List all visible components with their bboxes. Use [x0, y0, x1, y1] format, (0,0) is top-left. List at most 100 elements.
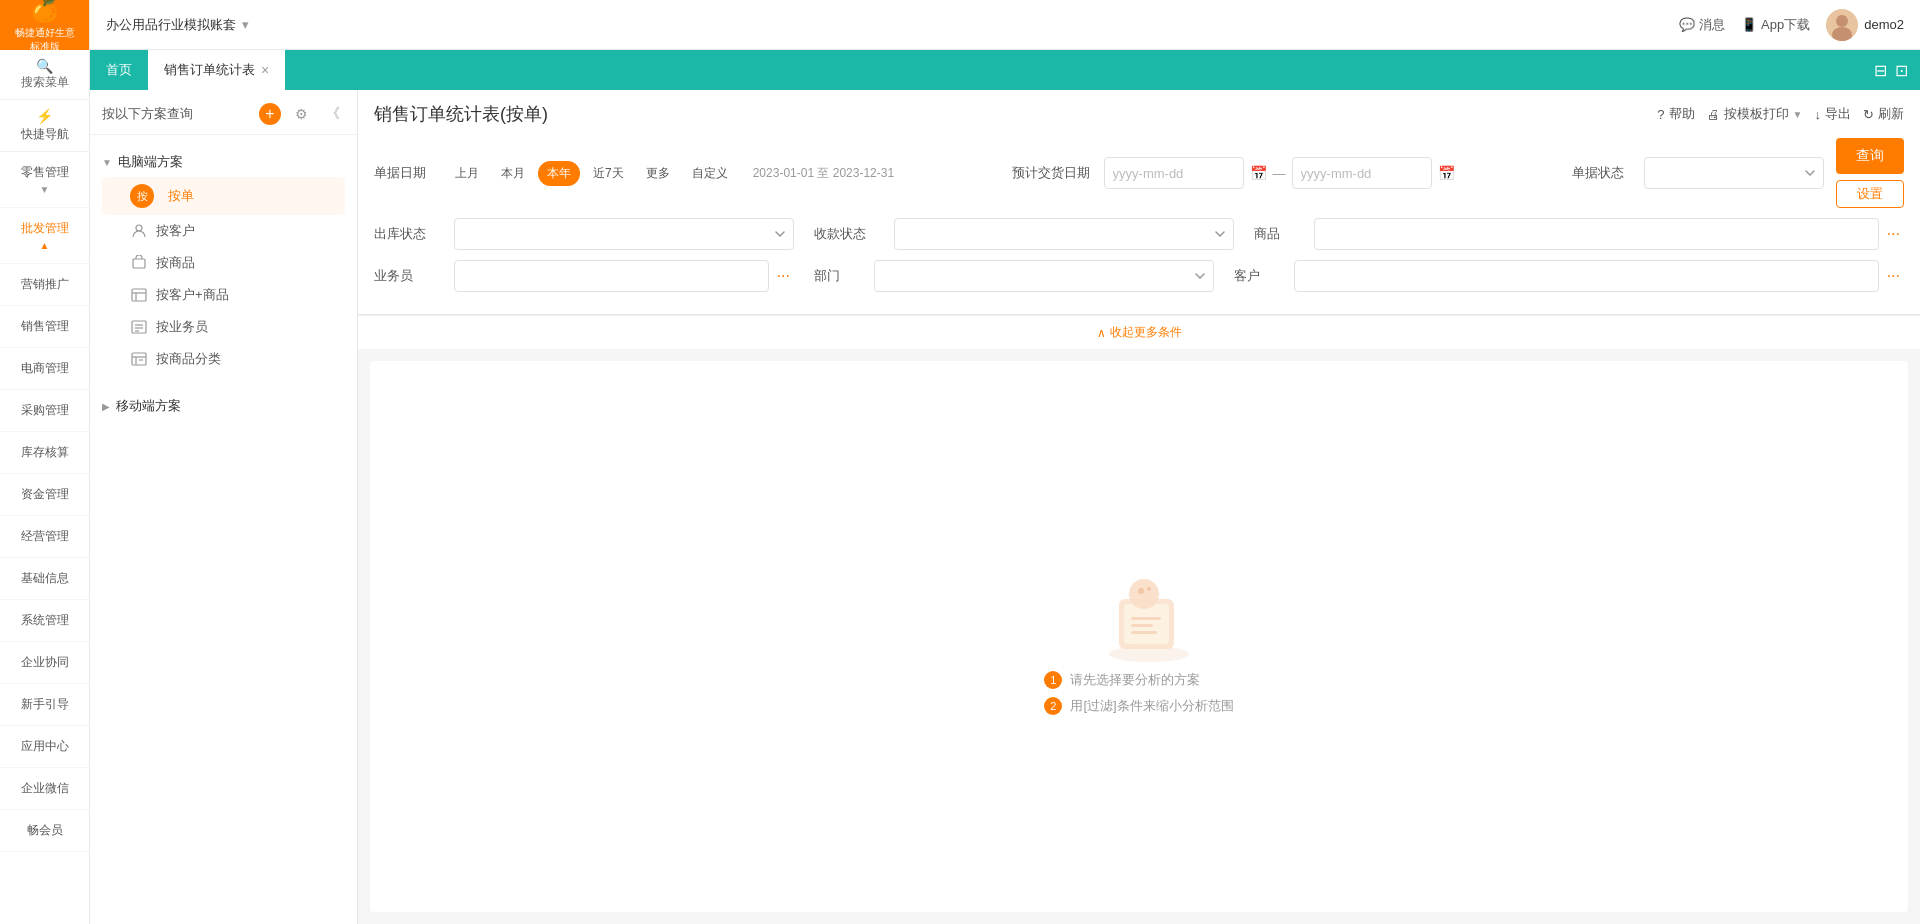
app-download-button[interactable]: 📱 App下载 — [1741, 16, 1810, 34]
newbie-label: 新手引导 — [21, 696, 69, 713]
sidebar-item-ecommerce[interactable]: 电商管理 — [0, 348, 89, 390]
customer-goods-scheme-icon — [130, 286, 148, 304]
sidebar-item-search[interactable]: 🔍 搜索菜单 — [0, 50, 89, 100]
this-year-btn[interactable]: 本年 — [538, 161, 580, 186]
last-month-btn[interactable]: 上月 — [446, 161, 488, 186]
scheme-settings-button[interactable]: ⚙ — [289, 102, 313, 126]
svg-point-21 — [1147, 587, 1151, 591]
help-label: 帮助 — [1669, 105, 1695, 123]
minimize-button[interactable]: ⊟ — [1874, 61, 1887, 80]
sales-label: 销售管理 — [21, 318, 69, 335]
scheme-item-customer[interactable]: 按客户 — [102, 215, 345, 247]
sidebar-item-sales[interactable]: 销售管理 — [0, 306, 89, 348]
pc-scheme-group-title[interactable]: ▼ 电脑端方案 — [102, 147, 345, 177]
mobile-scheme-group: ▶ 移动端方案 — [90, 387, 357, 425]
sidebar-item-newbie[interactable]: 新手引导 — [0, 684, 89, 726]
print-label: 按模板打印 — [1724, 105, 1789, 123]
date-separator: — — [1273, 166, 1286, 181]
mobile-expand-arrow-icon: ▶ — [102, 401, 110, 412]
left-panel-header: 按以下方案查询 + ⚙ 《 — [90, 102, 357, 135]
customer-filter-label: 客户 — [1234, 267, 1274, 285]
mobile-scheme-group-title[interactable]: ▶ 移动端方案 — [102, 391, 345, 421]
help-button[interactable]: ? 帮助 — [1657, 105, 1694, 123]
customer-input[interactable] — [1294, 260, 1879, 292]
wholesale-label: 批发管理 — [21, 220, 69, 237]
forecast-date-input: 📅 — 📅 — [1104, 157, 1455, 189]
svg-rect-23 — [1131, 624, 1153, 627]
salesperson-input[interactable] — [454, 260, 769, 292]
end-date-calendar-icon[interactable]: 📅 — [1438, 165, 1455, 181]
department-select[interactable] — [874, 260, 1214, 292]
date-quick-buttons: 上月 本月 本年 近7天 更多 自定义 — [446, 161, 737, 186]
salesperson-scheme-icon — [130, 318, 148, 336]
scheme-item-customer-goods[interactable]: 按客户+商品 — [102, 279, 345, 311]
warehouse-select[interactable] — [454, 218, 794, 250]
message-button[interactable]: 💬 消息 — [1679, 16, 1725, 34]
more-date-btn[interactable]: 更多 — [637, 161, 679, 186]
print-button[interactable]: 🖨 按模板打印 ▼ — [1707, 105, 1803, 123]
settings-button[interactable]: 设置 — [1836, 180, 1904, 208]
sidebar-item-appstore[interactable]: 应用中心 — [0, 726, 89, 768]
svg-rect-4 — [133, 259, 145, 268]
sidebar-item-enterprise[interactable]: 企业协同 — [0, 642, 89, 684]
finance-label: 资金管理 — [21, 486, 69, 503]
svg-point-20 — [1138, 588, 1144, 594]
sidebar: 🍊 畅捷通好生意 标准版 🔍 搜索菜单 ⚡ 快捷导航 零售管理 ▼ 批发管理 ▲… — [0, 0, 90, 924]
ecommerce-label: 电商管理 — [21, 360, 69, 377]
query-button[interactable]: 查询 — [1836, 138, 1904, 174]
add-scheme-button[interactable]: + — [259, 103, 281, 125]
date-range-display: 2023-01-01 至 2023-12-31 — [753, 165, 894, 182]
right-panel: 销售订单统计表(按单) ? 帮助 🖨 按模板打印 ▼ ↓ — [358, 90, 1920, 924]
scheme-item-category[interactable]: 按商品分类 — [102, 343, 345, 375]
collapse-filters-button[interactable]: ∧ 收起更多条件 — [358, 315, 1920, 349]
warehouse-filter-label: 出库状态 — [374, 225, 434, 243]
forecast-date-start[interactable] — [1104, 157, 1244, 189]
payment-select[interactable] — [894, 218, 1234, 250]
collapse-panel-button[interactable]: 《 — [321, 102, 345, 126]
user-menu[interactable]: demo2 — [1826, 9, 1904, 41]
sidebar-item-operations[interactable]: 经营管理 — [0, 516, 89, 558]
forecast-date-end[interactable] — [1292, 157, 1432, 189]
message-icon: 💬 — [1679, 17, 1695, 32]
sidebar-item-finance[interactable]: 资金管理 — [0, 474, 89, 516]
goods-more-button[interactable]: ··· — [1883, 225, 1904, 243]
start-date-calendar-icon[interactable]: 📅 — [1250, 165, 1267, 181]
sidebar-item-system[interactable]: 系统管理 — [0, 600, 89, 642]
this-month-btn[interactable]: 本月 — [492, 161, 534, 186]
sidebar-item-retail[interactable]: 零售管理 ▼ — [0, 152, 89, 208]
export-label: 导出 — [1825, 105, 1851, 123]
appstore-label: 应用中心 — [21, 738, 69, 755]
sidebar-item-purchase[interactable]: 采购管理 — [0, 390, 89, 432]
tab-sales-order[interactable]: 销售订单统计表 × — [148, 50, 285, 90]
sidebar-item-wechat[interactable]: 企业微信 — [0, 768, 89, 810]
maximize-button[interactable]: ⊡ — [1895, 61, 1908, 80]
last7days-btn[interactable]: 近7天 — [584, 161, 633, 186]
sidebar-item-basic[interactable]: 基础信息 — [0, 558, 89, 600]
tab-home[interactable]: 首页 — [90, 50, 148, 90]
customer-more-button[interactable]: ··· — [1883, 267, 1904, 285]
scheme-customer-label: 按客户 — [156, 222, 195, 240]
tab-close-button[interactable]: × — [261, 62, 269, 78]
sidebar-item-inventory[interactable]: 库存核算 — [0, 432, 89, 474]
scheme-goods-label: 按商品 — [156, 254, 195, 272]
mobile-scheme-label: 移动端方案 — [116, 397, 181, 415]
sidebar-item-member[interactable]: 畅会员 — [0, 810, 89, 852]
custom-date-btn[interactable]: 自定义 — [683, 161, 737, 186]
collapse-label: 收起更多条件 — [1110, 324, 1182, 341]
sidebar-logo: 🍊 畅捷通好生意 标准版 — [0, 0, 89, 50]
salesperson-more-button[interactable]: ··· — [773, 267, 794, 285]
empty-illustration — [1089, 559, 1189, 659]
enterprise-label: 企业协同 — [21, 654, 69, 671]
sidebar-item-marketing[interactable]: 营销推广 — [0, 264, 89, 306]
scheme-item-order[interactable]: 按 按单 — [102, 177, 345, 215]
scheme-item-salesperson[interactable]: 按业务员 — [102, 311, 345, 343]
refresh-button[interactable]: ↻ 刷新 — [1863, 105, 1904, 123]
sidebar-item-quick[interactable]: ⚡ 快捷导航 — [0, 100, 89, 152]
topbar-dropdown-icon[interactable]: ▾ — [242, 17, 249, 32]
goods-input[interactable] — [1314, 218, 1879, 250]
scheme-item-goods[interactable]: 按商品 — [102, 247, 345, 279]
status-select[interactable] — [1644, 157, 1824, 189]
operations-label: 经营管理 — [21, 528, 69, 545]
sidebar-item-wholesale[interactable]: 批发管理 ▲ — [0, 208, 89, 264]
export-button[interactable]: ↓ 导出 — [1815, 105, 1852, 123]
